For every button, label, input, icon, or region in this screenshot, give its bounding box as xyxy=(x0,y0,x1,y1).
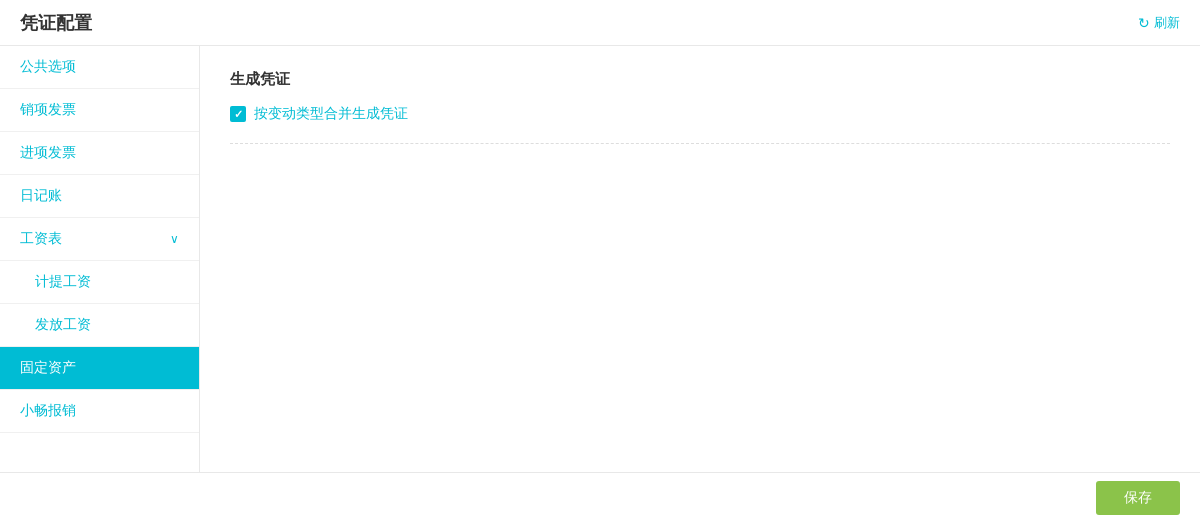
sidebar-item-expense-report[interactable]: 小畅报销 xyxy=(0,390,199,433)
footer: 保存 xyxy=(0,472,1200,522)
sidebar-item-label: 工资表 xyxy=(20,230,62,248)
page-wrapper: 凭证配置 ↻ 刷新 公共选项销项发票进项发票日记账工资表 ∨ 计提工资发放工资固定资… xyxy=(0,0,1200,522)
sidebar-item-journal[interactable]: 日记账 xyxy=(0,175,199,218)
merge-voucher-label[interactable]: 按变动类型合并生成凭证 xyxy=(254,105,408,123)
sidebar-item-payroll-table[interactable]: 工资表 ∨ xyxy=(0,218,199,261)
page-title: 凭证配置 xyxy=(20,11,92,35)
content-area: 公共选项销项发票进项发票日记账工资表 ∨ 计提工资发放工资固定资产小畅报销 生成凭证… xyxy=(0,46,1200,472)
sidebar-item-label: 公共选项 xyxy=(20,58,76,76)
chevron-down-icon: ∨ xyxy=(170,232,179,246)
sidebar: 公共选项销项发票进项发票日记账工资表 ∨ 计提工资发放工资固定资产小畅报销 xyxy=(0,46,200,472)
header: 凭证配置 ↻ 刷新 xyxy=(0,0,1200,46)
sidebar-item-public-options[interactable]: 公共选项 xyxy=(0,46,199,89)
refresh-button[interactable]: ↻ 刷新 xyxy=(1138,14,1180,32)
sidebar-item-fixed-assets[interactable]: 固定资产 xyxy=(0,347,199,390)
sidebar-item-salary-accrual[interactable]: 计提工资 xyxy=(0,261,199,304)
section-divider xyxy=(230,143,1170,144)
refresh-label: 刷新 xyxy=(1154,14,1180,32)
sidebar-item-label: 销项发票 xyxy=(20,101,76,119)
main-content: 生成凭证 按变动类型合并生成凭证 xyxy=(200,46,1200,472)
sidebar-item-label: 小畅报销 xyxy=(20,402,76,420)
sidebar-item-label: 发放工资 xyxy=(35,316,91,334)
sidebar-item-purchase-invoice[interactable]: 进项发票 xyxy=(0,132,199,175)
refresh-icon: ↻ xyxy=(1138,15,1150,31)
sidebar-item-label: 进项发票 xyxy=(20,144,76,162)
sidebar-item-label: 计提工资 xyxy=(35,273,91,291)
checkbox-row: 按变动类型合并生成凭证 xyxy=(230,105,1170,123)
sidebar-item-label: 日记账 xyxy=(20,187,62,205)
sidebar-item-sales-invoice[interactable]: 销项发票 xyxy=(0,89,199,132)
merge-voucher-checkbox[interactable] xyxy=(230,106,246,122)
section-title: 生成凭证 xyxy=(230,70,1170,89)
save-button[interactable]: 保存 xyxy=(1096,481,1180,515)
sidebar-item-label: 固定资产 xyxy=(20,359,76,377)
sidebar-item-salary-payment[interactable]: 发放工资 xyxy=(0,304,199,347)
